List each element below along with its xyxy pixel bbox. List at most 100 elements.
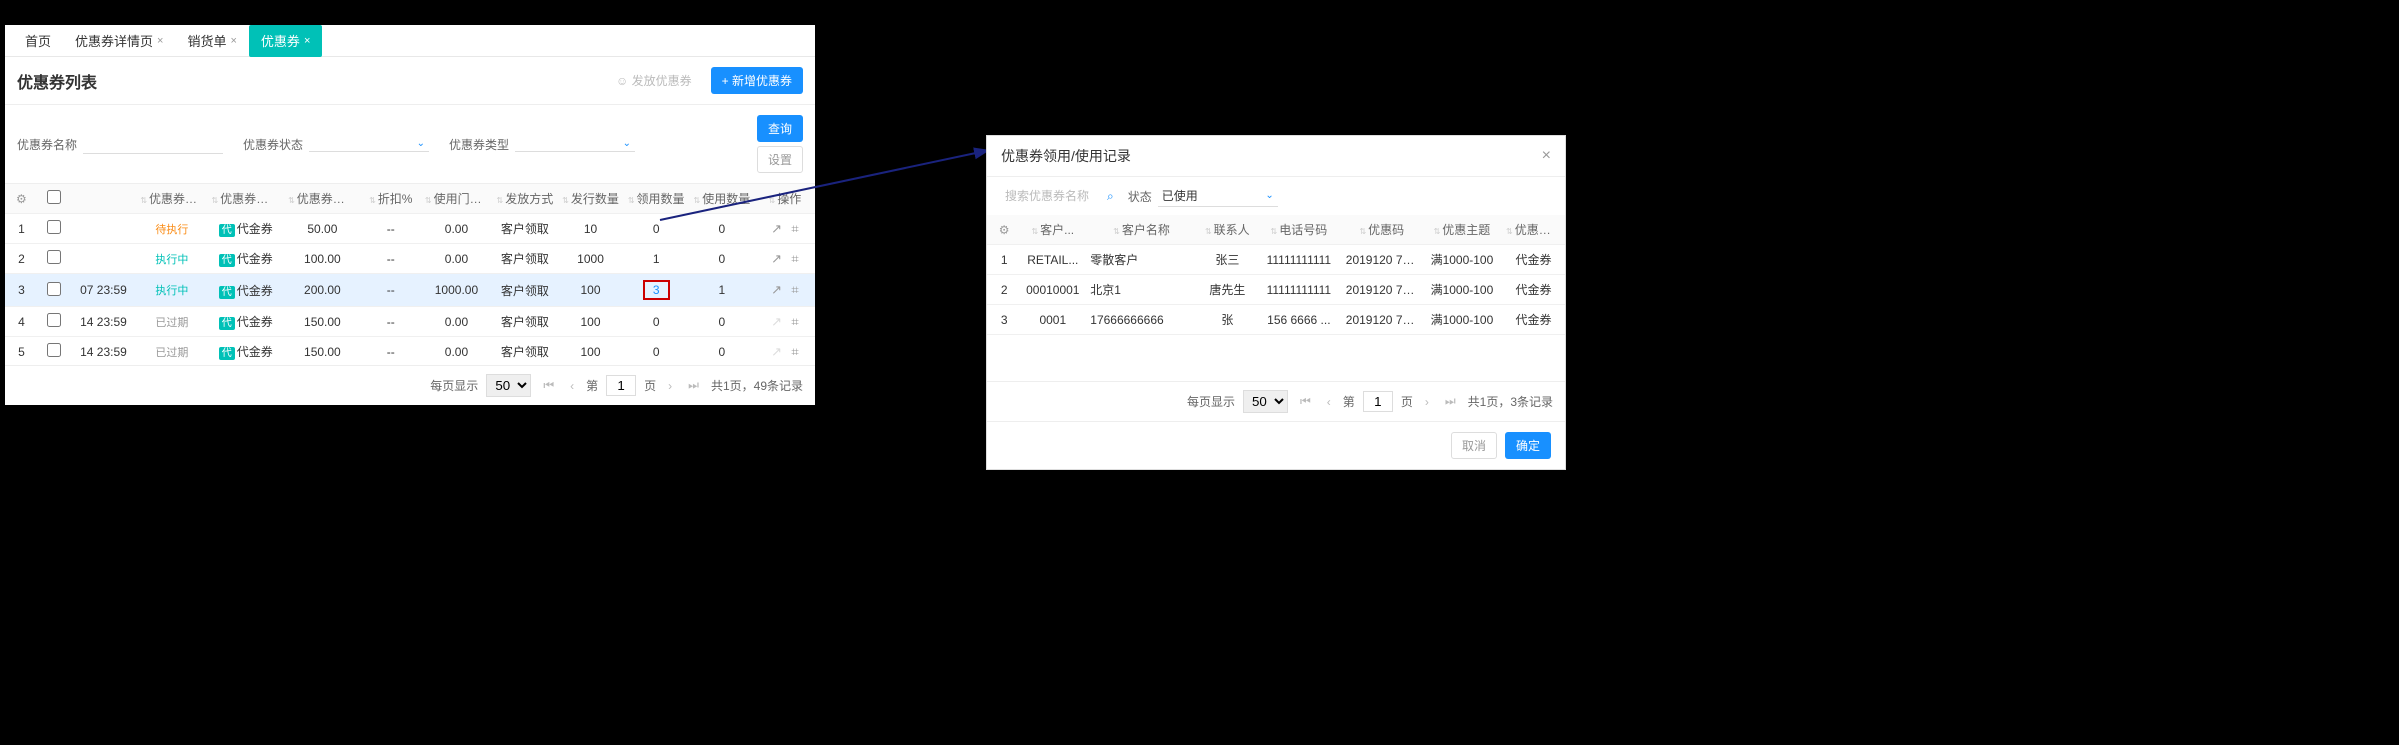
row-checkbox[interactable] (47, 220, 61, 234)
modal-search-input[interactable] (1001, 185, 1101, 207)
filter-row: 优惠券名称 优惠券状态 ⌄ 优惠券类型 ⌄ 查询 设置 (5, 105, 815, 184)
column-header[interactable]: ⇅优惠券类 (1502, 215, 1565, 245)
column-header[interactable]: ⚙ (987, 215, 1021, 245)
chevron-down-icon: ⌄ (1265, 190, 1273, 201)
gear-icon[interactable]: ⚙ (999, 223, 1010, 237)
per-page-select[interactable]: 50 (486, 374, 531, 397)
qrcode-icon[interactable]: ⌗ (791, 314, 798, 329)
modal-table-wrap[interactable]: ⚙ ⇅客户...⇅客户名称⇅联系人⇅电话号码⇅优惠码⇅优惠主题⇅优惠券类 1RET… (987, 215, 1565, 381)
table-row[interactable]: 1RETAIL...零散客户 张三111111111112019120 70..… (987, 245, 1565, 275)
qrcode-icon[interactable]: ⌗ (791, 282, 798, 297)
page-summary: 共1页，49条记录 (711, 377, 803, 394)
column-header[interactable] (38, 184, 71, 214)
column-header[interactable]: ⇅折扣% (361, 184, 421, 214)
settings-button[interactable]: 设置 (757, 146, 803, 173)
page-input[interactable] (606, 375, 636, 396)
export-icon[interactable]: ↗ (771, 282, 782, 297)
chevron-down-icon: ⌄ (417, 138, 425, 149)
qrcode-icon[interactable]: ⌗ (791, 221, 798, 236)
export-icon: ↗ (771, 344, 782, 359)
column-header[interactable]: ⇅优惠主题 (1422, 215, 1502, 245)
distribute-coupon-button[interactable]: ☺ 发放优惠券 (605, 67, 703, 94)
tab[interactable]: 销货单× (175, 25, 248, 57)
column-header[interactable]: ⇅客户名称 (1084, 215, 1198, 245)
status-badge: 待执行 (153, 223, 190, 237)
column-header[interactable]: ⚙ (5, 184, 38, 214)
modal-per-page-select[interactable]: 50 (1243, 390, 1288, 413)
row-checkbox[interactable] (47, 250, 61, 264)
search-icon[interactable]: ⌕ (1107, 189, 1114, 204)
add-coupon-button[interactable]: + 新增优惠券 (711, 67, 803, 94)
confirm-button[interactable]: 确定 (1505, 432, 1551, 459)
modal-status-select[interactable]: 已使用 ⌄ (1158, 185, 1278, 207)
filter-type-select[interactable]: ⌄ (515, 136, 635, 152)
column-header[interactable]: ⇅操作 (755, 184, 815, 214)
page-prev-icon[interactable]: ‹ (1323, 395, 1335, 409)
page-prev-icon[interactable]: ‹ (566, 379, 578, 393)
column-header[interactable]: ⇅领用数量 (623, 184, 689, 214)
close-icon[interactable]: × (157, 35, 163, 47)
coupon-table-wrap[interactable]: ⚙ ⇅优惠券状态⇅优惠券类型⇅优惠券面值⇅折扣%⇅使用门槛...⇅发放方式⇅发行数… (5, 184, 815, 365)
column-header[interactable]: ⇅发放方式 (492, 184, 558, 214)
type-badge-icon: 代 (219, 347, 235, 360)
column-header[interactable]: ⇅客户... (1021, 215, 1084, 245)
column-header[interactable] (71, 184, 137, 214)
tab[interactable]: 优惠券× (249, 25, 322, 57)
filter-name-input[interactable] (83, 135, 223, 154)
table-row[interactable]: 3 07 23:59 执行中 代代金券 200.00 -- 1000.00 客户… (5, 274, 815, 307)
status-badge: 执行中 (153, 253, 190, 267)
row-checkbox[interactable] (47, 313, 61, 327)
close-icon[interactable]: × (1542, 147, 1551, 165)
status-badge: 执行中 (153, 284, 190, 298)
page-next-icon[interactable]: › (664, 379, 676, 393)
column-header[interactable]: ⇅联系人 (1199, 215, 1256, 245)
page-first-icon[interactable]: ⏮ (1296, 394, 1315, 409)
tab[interactable]: 优惠券详情页× (63, 25, 175, 57)
filter-status-select[interactable]: ⌄ (309, 136, 429, 152)
row-checkbox[interactable] (47, 343, 61, 357)
select-all-checkbox[interactable] (47, 190, 61, 204)
column-header[interactable]: ⇅优惠券面值 (284, 184, 361, 214)
close-icon[interactable]: × (230, 35, 236, 47)
page-last-icon[interactable]: ⏭ (1441, 394, 1460, 409)
export-icon: ↗ (771, 314, 782, 329)
column-header[interactable]: ⇅优惠码 (1342, 215, 1422, 245)
per-page-label: 每页显示 (430, 377, 478, 394)
take-count-link[interactable]: 3 (643, 280, 670, 300)
column-header[interactable]: ⇅发行数量 (558, 184, 624, 214)
row-checkbox[interactable] (47, 282, 61, 296)
table-row[interactable]: 2 执行中 代代金券 100.00 -- 0.00 客户领取 1000 1 0 … (5, 244, 815, 274)
modal-pagination: 每页显示 50 ⏮ ‹ 第 页 › ⏭ 共1页，3条记录 (987, 381, 1565, 421)
qrcode-icon[interactable]: ⌗ (791, 344, 798, 359)
query-button[interactable]: 查询 (757, 115, 803, 142)
tab-bar: 首页优惠券详情页×销货单×优惠券× (5, 25, 815, 57)
table-row[interactable]: 200010001北京1 唐先生111111111112019120 70...… (987, 275, 1565, 305)
column-header[interactable]: ⇅优惠券状态 (136, 184, 207, 214)
tab[interactable]: 首页 (13, 25, 63, 57)
coupon-table: ⚙ ⇅优惠券状态⇅优惠券类型⇅优惠券面值⇅折扣%⇅使用门槛...⇅发放方式⇅发行数… (5, 184, 815, 365)
page-last-icon[interactable]: ⏭ (684, 378, 703, 393)
gear-icon[interactable]: ⚙ (16, 192, 27, 206)
table-row[interactable]: 4 14 23:59 已过期 代代金券 150.00 -- 0.00 客户领取 … (5, 307, 815, 337)
column-header[interactable]: ⇅使用门槛... (421, 184, 492, 214)
usage-record-table: ⚙ ⇅客户...⇅客户名称⇅联系人⇅电话号码⇅优惠码⇅优惠主题⇅优惠券类 1RET… (987, 215, 1565, 335)
modal-page-input[interactable] (1363, 391, 1393, 412)
table-row[interactable]: 1 待执行 代代金券 50.00 -- 0.00 客户领取 10 0 0 ↗ ⌗ (5, 214, 815, 244)
table-row[interactable]: 5 14 23:59 已过期 代代金券 150.00 -- 0.00 客户领取 … (5, 337, 815, 366)
type-badge-icon: 代 (219, 224, 235, 237)
export-icon[interactable]: ↗ (771, 251, 782, 266)
modal-title: 优惠券领用/使用记录 (1001, 146, 1131, 166)
column-header[interactable]: ⇅优惠券类型 (207, 184, 284, 214)
page-next-icon[interactable]: › (1421, 395, 1433, 409)
cancel-button[interactable]: 取消 (1451, 432, 1497, 459)
type-badge-icon: 代 (219, 286, 235, 299)
qrcode-icon[interactable]: ⌗ (791, 251, 798, 266)
export-icon[interactable]: ↗ (771, 221, 782, 236)
column-header[interactable]: ⇅使用数量 (689, 184, 755, 214)
table-row[interactable]: 3000117666666666 张156 6666 ...2019120 70… (987, 305, 1565, 335)
column-header[interactable]: ⇅电话号码 (1256, 215, 1342, 245)
modal-status-label: 状态 (1128, 188, 1152, 205)
filter-type-label: 优惠券类型 (449, 136, 509, 153)
close-icon[interactable]: × (304, 35, 310, 47)
page-first-icon[interactable]: ⏮ (539, 378, 558, 393)
